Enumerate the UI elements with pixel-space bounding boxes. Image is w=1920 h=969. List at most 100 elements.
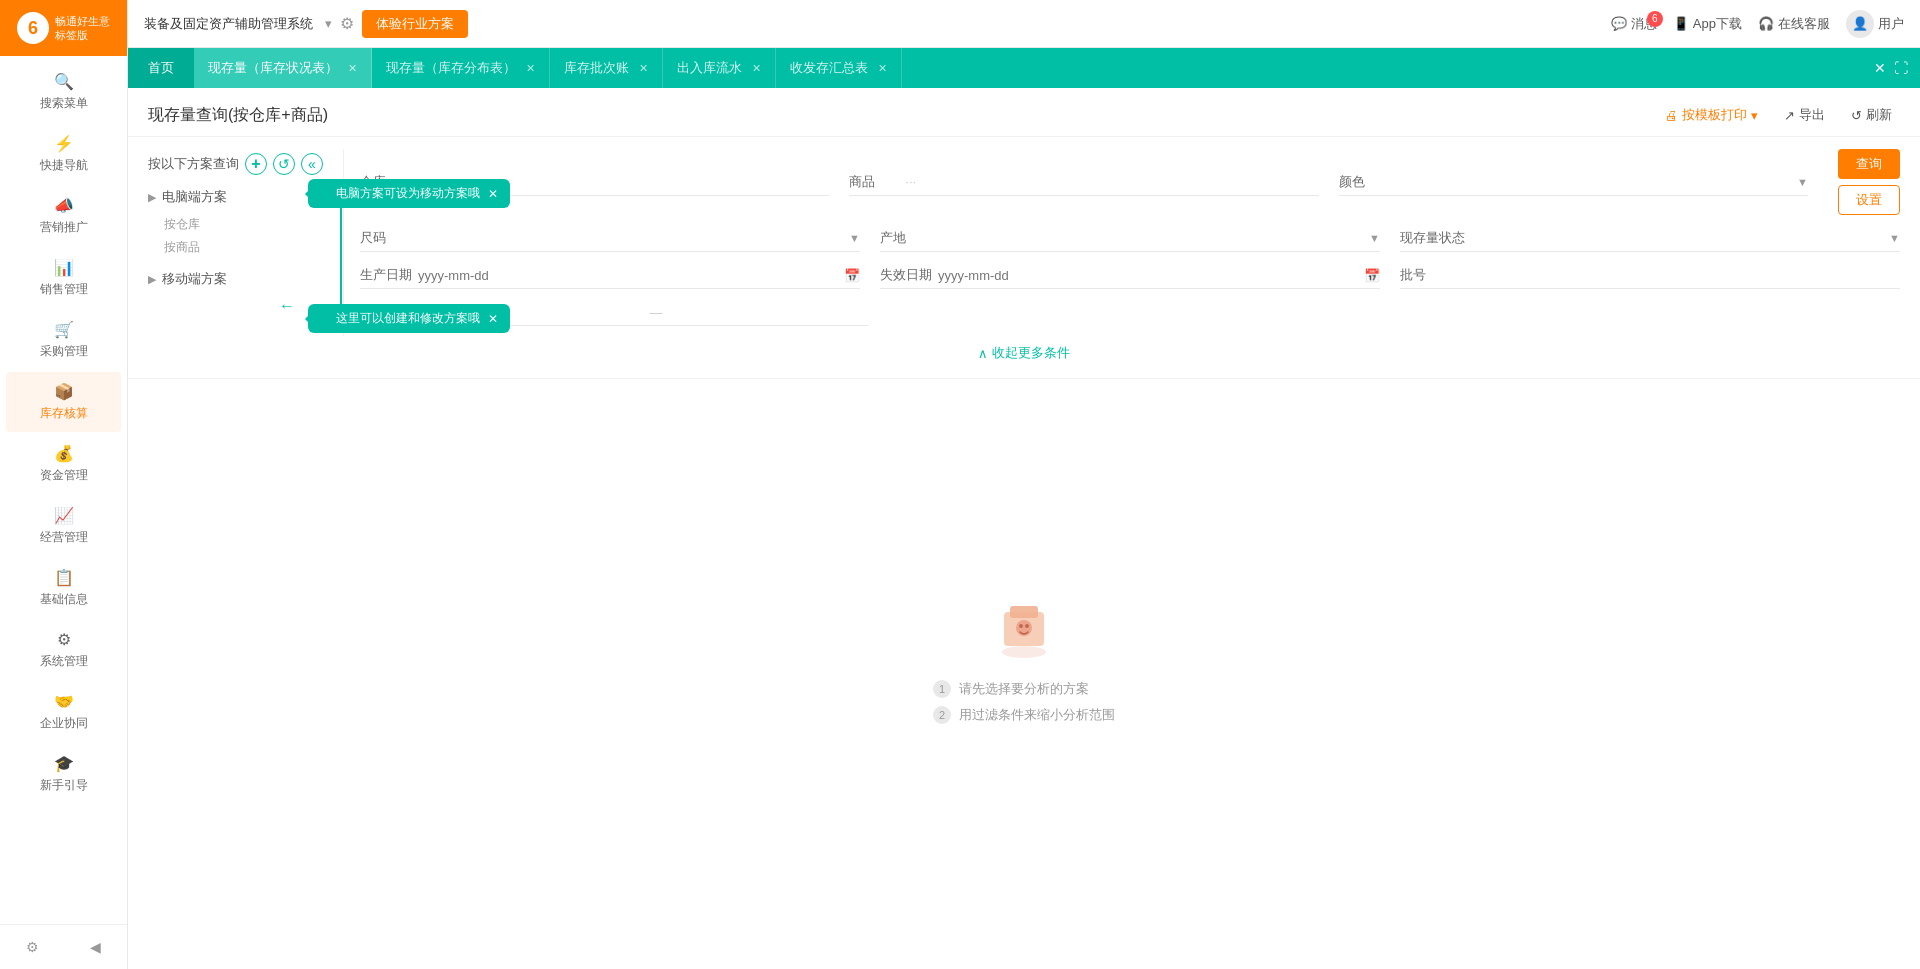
add-plan-btn[interactable]: + <box>245 153 267 175</box>
tab-stock-status[interactable]: 现存量（库存状况表） ✕ <box>194 48 372 88</box>
tooltip-pc-plan: 电脑方案可设为移动方案哦 ✕ <box>308 179 510 208</box>
main-area: 装备及固定资产辅助管理系统 ▾ ⚙ 体验行业方案 💬 消息 6 📱 App下载 … <box>128 0 1920 969</box>
plan-section: 按以下方案查询 + ↺ « ▶ 电脑端方案 按仓库 <box>148 149 344 336</box>
stock-status-arrow-icon[interactable]: ▼ <box>1889 232 1900 244</box>
sidebar-item-guide[interactable]: 🎓 新手引导 <box>6 744 121 804</box>
online-support-btn[interactable]: 🎧 在线客服 <box>1758 15 1830 33</box>
tab-close-stock-dist[interactable]: ✕ <box>526 62 535 75</box>
tab-close-all-icon[interactable]: ✕ <box>1874 60 1886 76</box>
system-title: 装备及固定资产辅助管理系统 <box>144 15 313 33</box>
sidebar-item-system[interactable]: ⚙ 系统管理 <box>6 620 121 680</box>
app-download-btn[interactable]: 📱 App下载 <box>1673 15 1742 33</box>
side-btns: 查询 设置 <box>1838 149 1900 215</box>
guide-icon: 🎓 <box>54 754 74 773</box>
sidebar-item-inventory[interactable]: 📦 库存核算 <box>6 372 121 432</box>
tab-close-summary[interactable]: ✕ <box>878 62 887 75</box>
mobile-plan-item[interactable]: ▶ 移动端方案 <box>148 267 323 291</box>
sidebar-item-marketing[interactable]: 📣 营销推广 <box>6 186 121 246</box>
edit-plan-btn[interactable]: ↺ <box>273 153 295 175</box>
settings-btn[interactable]: ⚙ <box>22 935 43 959</box>
sidebar-menu: 🔍 搜索菜单 ⚡ 快捷导航 📣 营销推广 📊 销售管理 🛒 采购管理 📦 库存核… <box>0 56 127 924</box>
produce-date-input[interactable] <box>418 268 838 283</box>
expire-date-label: 失效日期 <box>880 266 932 284</box>
header-right: 💬 消息 6 📱 App下载 🎧 在线客服 👤 用户 <box>1611 10 1904 38</box>
empty-step-2: 2 用过滤条件来缩小分析范围 <box>933 706 1115 724</box>
page-title: 现存量查询(按仓库+商品) <box>148 105 328 126</box>
system-dropdown-icon[interactable]: ▾ <box>325 16 332 31</box>
empty-steps: 1 请先选择要分析的方案 2 用过滤条件来缩小分析范围 <box>933 680 1115 724</box>
tab-summary[interactable]: 收发存汇总表 ✕ <box>776 48 902 88</box>
sidebar-item-enterprise[interactable]: 🤝 企业协同 <box>6 682 121 742</box>
experience-button[interactable]: 体验行业方案 <box>362 10 468 38</box>
brand-text: 畅通好生意 标签版 <box>55 14 110 43</box>
stock-status-label: 现存量状态 <box>1400 229 1465 247</box>
empty-step-1: 1 请先选择要分析的方案 <box>933 680 1115 698</box>
stock-max-input[interactable] <box>669 305 869 320</box>
color-arrow-icon[interactable]: ▼ <box>1797 176 1808 188</box>
sidebar-item-basic[interactable]: 📋 基础信息 <box>6 558 121 618</box>
tab-close-stock-status[interactable]: ✕ <box>348 62 357 75</box>
svg-rect-2 <box>1010 606 1038 618</box>
color-field: 颜色 ▼ <box>1339 169 1808 196</box>
refresh-btn[interactable]: ↺ 刷新 <box>1843 102 1900 128</box>
pc-sub-1[interactable]: 按仓库 <box>164 213 323 236</box>
size-arrow-icon[interactable]: ▼ <box>849 232 860 244</box>
sidebar-item-management[interactable]: 📈 经营管理 <box>6 496 121 556</box>
tab-stock-dist[interactable]: 现存量（库存分布表） ✕ <box>372 48 550 88</box>
tab-bar: 首页 现存量（库存状况表） ✕ 现存量（库存分布表） ✕ 库存批次账 ✕ 出入库… <box>128 48 1920 88</box>
print-btn[interactable]: 🖨 按模板打印 ▾ <box>1657 102 1766 128</box>
expire-date-field: 失效日期 📅 <box>880 262 1380 289</box>
batch-label: 批号 <box>1400 266 1450 284</box>
inventory-icon: 📦 <box>54 382 74 401</box>
user-btn[interactable]: 👤 用户 <box>1846 10 1904 38</box>
pc-sub-2[interactable]: 按商品 <box>164 236 323 259</box>
origin-arrow-icon[interactable]: ▼ <box>1369 232 1380 244</box>
goods-dots[interactable]: ··· <box>905 174 916 189</box>
purchase-icon: 🛒 <box>54 320 74 339</box>
reset-button[interactable]: 设置 <box>1838 185 1900 215</box>
sidebar-item-nav[interactable]: ⚡ 快捷导航 <box>6 124 121 184</box>
collapse-btn[interactable]: ◀ <box>86 935 105 959</box>
tab-batch-account[interactable]: 库存批次账 ✕ <box>550 48 663 88</box>
sidebar-item-search[interactable]: 🔍 搜索菜单 <box>6 62 121 122</box>
sales-icon: 📊 <box>54 258 74 277</box>
tooltip1-close-btn[interactable]: ✕ <box>488 187 498 201</box>
export-btn[interactable]: ↗ 导出 <box>1776 102 1833 128</box>
svg-point-5 <box>1025 624 1029 628</box>
size-field: 尺码 ▼ <box>360 225 860 252</box>
tooltip2-close-btn[interactable]: ✕ <box>488 312 498 326</box>
tab-close-batch[interactable]: ✕ <box>639 62 648 75</box>
avatar-icon: 👤 <box>1852 16 1868 31</box>
management-icon: 📈 <box>54 506 74 525</box>
tab-expand-icon[interactable]: ⛶ <box>1894 60 1908 76</box>
sidebar-item-finance[interactable]: 💰 资金管理 <box>6 434 121 494</box>
tab-close-flow[interactable]: ✕ <box>752 62 761 75</box>
produce-date-calendar-icon[interactable]: 📅 <box>844 268 860 283</box>
print-icon: 🖨 <box>1665 108 1678 123</box>
step-2-num: 2 <box>933 706 951 724</box>
nav-icon: ⚡ <box>54 134 74 153</box>
collapse-arrow-icon: ∧ <box>978 346 988 361</box>
dot2-icon <box>320 315 328 323</box>
header-actions: 🖨 按模板打印 ▾ ↗ 导出 ↺ 刷新 <box>1657 102 1900 128</box>
batch-input[interactable] <box>1456 268 1900 283</box>
back-plan-btn[interactable]: « <box>301 153 323 175</box>
produce-date-field: 生产日期 📅 <box>360 262 860 289</box>
search-button[interactable]: 查询 <box>1838 149 1900 179</box>
download-icon: 📱 <box>1673 16 1689 31</box>
header-left: 装备及固定资产辅助管理系统 ▾ ⚙ 体验行业方案 <box>144 10 468 38</box>
goods-label: 商品 <box>849 173 899 191</box>
notification-btn[interactable]: 💬 消息 6 <box>1611 15 1657 33</box>
tab-flow[interactable]: 出入库流水 ✕ <box>663 48 776 88</box>
stock-status-field: 现存量状态 ▼ <box>1400 225 1900 252</box>
expire-date-input[interactable] <box>938 268 1358 283</box>
settings-gear-icon[interactable]: ⚙ <box>340 14 354 33</box>
collapse-row[interactable]: ∧ 收起更多条件 <box>148 336 1900 366</box>
tab-home[interactable]: 首页 <box>128 48 194 88</box>
svg-point-4 <box>1019 624 1023 628</box>
sidebar-item-sales[interactable]: 📊 销售管理 <box>6 248 121 308</box>
search-icon: 🔍 <box>54 72 74 91</box>
expire-date-calendar-icon[interactable]: 📅 <box>1364 268 1380 283</box>
sidebar-item-purchase[interactable]: 🛒 采购管理 <box>6 310 121 370</box>
pc-plan-item[interactable]: ▶ 电脑端方案 <box>148 185 323 209</box>
